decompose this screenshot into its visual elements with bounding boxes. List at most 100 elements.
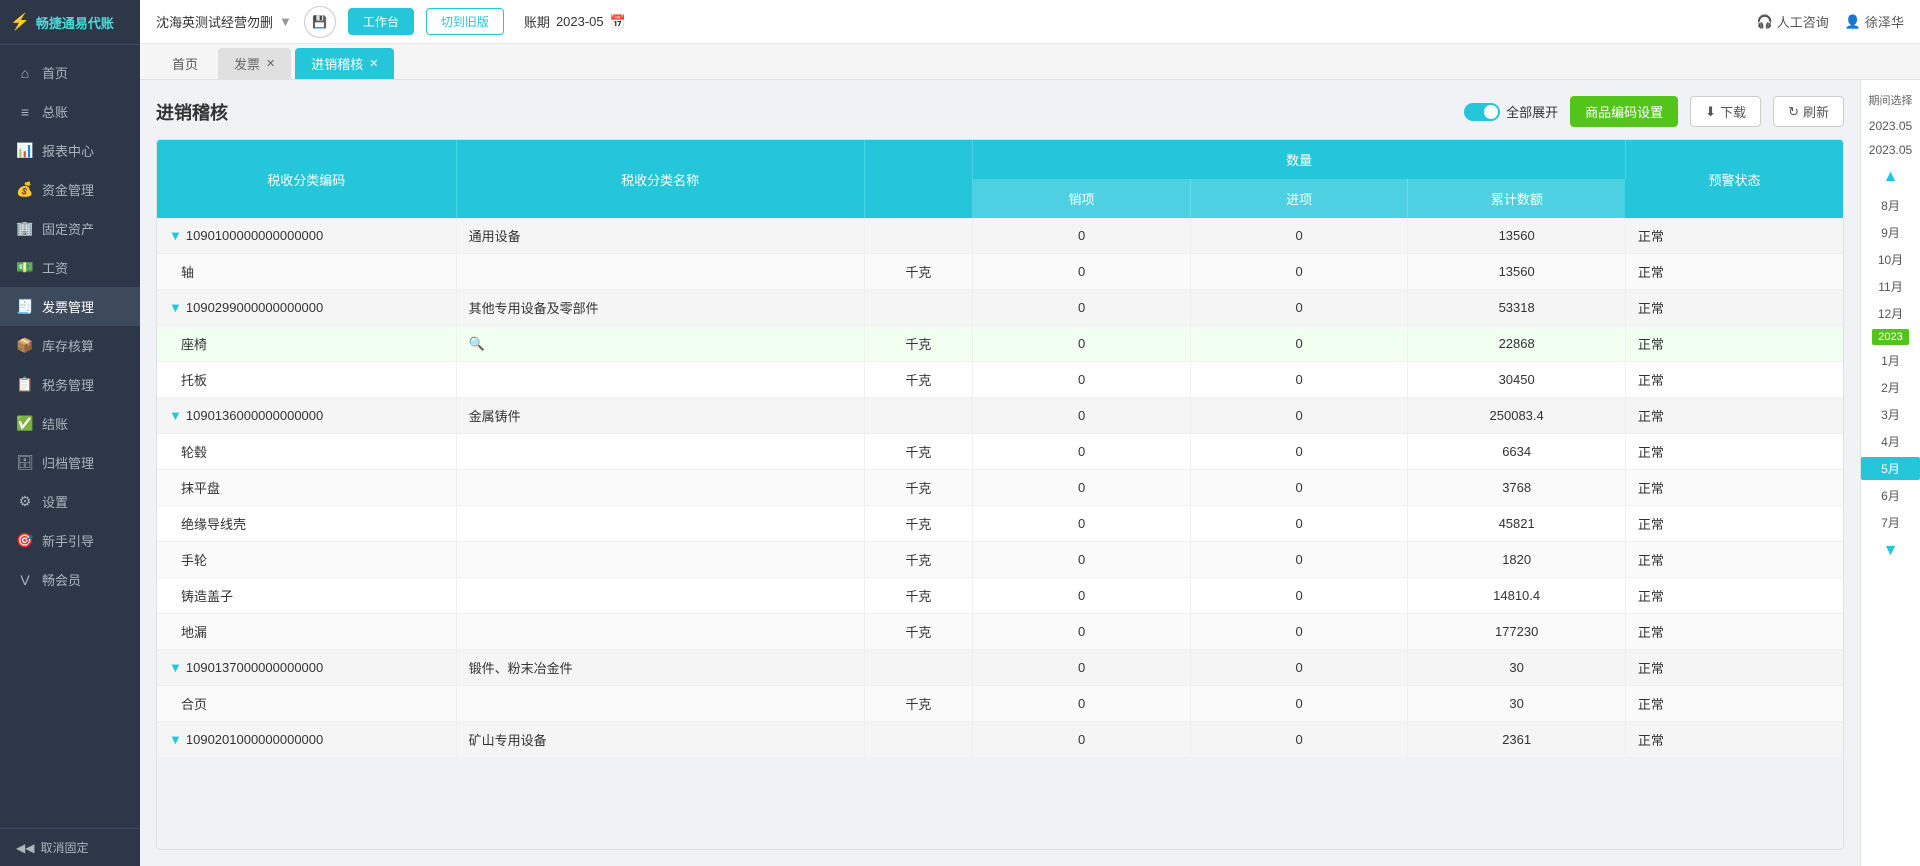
period-12[interactable]: 12月: [1861, 302, 1920, 325]
sidebar-item-settings[interactable]: ⚙ 设置: [0, 482, 140, 521]
period-1[interactable]: 1月: [1861, 349, 1920, 372]
cell-unit: 千克: [864, 254, 973, 290]
tree-expand-icon[interactable]: ▼: [169, 732, 182, 747]
download-button[interactable]: ⬇ 下载: [1690, 96, 1761, 127]
tree-expand-icon[interactable]: ▼: [169, 660, 182, 675]
sidebar-label-settle: 结账: [42, 414, 68, 433]
table-row: 合页千克0030正常: [157, 686, 1843, 722]
salary-icon: 💵: [16, 259, 34, 277]
switch-version-button[interactable]: 切到旧版: [426, 8, 504, 35]
cell-code: 合页: [157, 686, 456, 722]
sidebar-item-report[interactable]: 📊 报表中心: [0, 131, 140, 170]
sidebar-item-stock[interactable]: 📦 库存核算: [0, 326, 140, 365]
sidebar-label-ledger: 总账: [42, 102, 68, 121]
invoice-icon: 🧾: [16, 298, 34, 316]
period-2023-05-1[interactable]: 2023.05: [1861, 116, 1920, 136]
cell-name: 其他专用设备及零部件: [456, 290, 864, 326]
tab-invoice-close[interactable]: ✕: [266, 57, 275, 70]
sidebar-item-salary[interactable]: 💵 工资: [0, 248, 140, 287]
tree-expand-icon[interactable]: ▼: [169, 300, 182, 315]
cell-purchase: 0: [1190, 506, 1408, 542]
refresh-button[interactable]: ↻ 刷新: [1773, 96, 1844, 127]
sidebar-nav: ⌂ 首页 ≡ 总账 📊 报表中心 💰 资金管理 🏢 固定资产 💵 工资 🧾 发票…: [0, 45, 140, 828]
sidebar-item-invoice[interactable]: 🧾 发票管理: [0, 287, 140, 326]
period-down-arrow[interactable]: ▼: [1879, 538, 1903, 564]
company-dropdown-icon: ▼: [279, 14, 292, 29]
period-3[interactable]: 3月: [1861, 403, 1920, 426]
sidebar-item-ledger[interactable]: ≡ 总账: [0, 92, 140, 131]
cell-sale: 0: [973, 506, 1191, 542]
cell-name: [456, 614, 864, 650]
support-button[interactable]: 🎧 人工咨询: [1757, 12, 1829, 31]
cell-status: 正常: [1625, 650, 1843, 686]
sidebar-footer-label: 取消固定: [40, 839, 88, 856]
company-selector[interactable]: 沈海英测试经营勿删 ▼: [156, 12, 292, 31]
save-button[interactable]: 💾: [304, 6, 336, 38]
cell-name: [456, 362, 864, 398]
period-8[interactable]: 8月: [1861, 194, 1920, 217]
tab-reconcile-close[interactable]: ✕: [369, 57, 378, 70]
year-badge: 2023: [1872, 329, 1908, 345]
cell-code: 轴: [157, 254, 456, 290]
cell-sale: 0: [973, 290, 1191, 326]
period-up-arrow[interactable]: ▲: [1879, 164, 1903, 190]
sidebar-label-report: 报表中心: [42, 141, 94, 160]
table-row: 手轮千克001820正常: [157, 542, 1843, 578]
cell-unit: [864, 290, 973, 326]
page-title: 进销稽核: [156, 99, 228, 125]
cell-code: 托板: [157, 362, 456, 398]
period-4[interactable]: 4月: [1861, 430, 1920, 453]
tax-icon: 📋: [16, 376, 34, 394]
period-2[interactable]: 2月: [1861, 376, 1920, 399]
period-9[interactable]: 9月: [1861, 221, 1920, 244]
sidebar-item-guide[interactable]: 🎯 新手引导: [0, 521, 140, 560]
cell-status: 正常: [1625, 290, 1843, 326]
period-2023-05-2[interactable]: 2023.05: [1861, 140, 1920, 160]
cell-total: 1820: [1408, 542, 1626, 578]
toggle-switch[interactable]: [1464, 103, 1500, 121]
cell-sale: 0: [973, 686, 1191, 722]
refresh-icon: ↻: [1788, 104, 1799, 120]
sidebar-item-member[interactable]: V 畅会员: [0, 560, 140, 599]
user-menu[interactable]: 👤 徐泽华: [1845, 12, 1904, 31]
download-label: 下载: [1720, 102, 1746, 121]
sidebar-unpin-button[interactable]: ◀◀ 取消固定: [0, 828, 140, 866]
tree-expand-icon[interactable]: ▼: [169, 228, 182, 243]
cell-status: 正常: [1625, 722, 1843, 758]
cell-purchase: 0: [1190, 578, 1408, 614]
tab-home[interactable]: 首页: [156, 48, 214, 79]
sidebar-item-fund[interactable]: 💰 资金管理: [0, 170, 140, 209]
tree-expand-icon[interactable]: ▼: [169, 408, 182, 423]
expand-all-toggle[interactable]: 全部展开: [1464, 102, 1558, 121]
sidebar-item-asset[interactable]: 🏢 固定资产: [0, 209, 140, 248]
period-7[interactable]: 7月: [1861, 511, 1920, 534]
product-code-button[interactable]: 商品编码设置: [1570, 96, 1678, 127]
expand-all-label: 全部展开: [1506, 102, 1558, 121]
cell-status: 正常: [1625, 686, 1843, 722]
workbench-button[interactable]: 工作台: [348, 8, 414, 35]
tab-invoice[interactable]: 发票 ✕: [218, 48, 291, 79]
sidebar-item-home[interactable]: ⌂ 首页: [0, 53, 140, 92]
cell-unit: 千克: [864, 362, 973, 398]
cell-sale: 0: [973, 326, 1191, 362]
sidebar-item-tax[interactable]: 📋 税务管理: [0, 365, 140, 404]
sidebar-label-member: 畅会员: [42, 570, 81, 589]
cell-status: 正常: [1625, 218, 1843, 254]
cell-sale: 0: [973, 470, 1191, 506]
period-6[interactable]: 6月: [1861, 484, 1920, 507]
cell-sale: 0: [973, 614, 1191, 650]
sidebar-item-archive[interactable]: 🗄 归档管理: [0, 443, 140, 482]
th-status: 预警状态: [1625, 140, 1843, 218]
search-icon[interactable]: 🔍: [469, 336, 485, 351]
content-main: 进销稽核 全部展开 商品编码设置 ⬇ 下载 ↻ 刷: [140, 80, 1860, 866]
period-11[interactable]: 11月: [1861, 275, 1920, 298]
calendar-icon[interactable]: 📅: [610, 14, 626, 30]
tab-reconcile[interactable]: 进销稽核 ✕: [295, 48, 394, 79]
th-unit: [864, 140, 973, 218]
period-10[interactable]: 10月: [1861, 248, 1920, 271]
th-total: 累计数额: [1408, 179, 1626, 218]
sidebar-item-settle[interactable]: ✅ 结账: [0, 404, 140, 443]
logo-icon: ⚡: [10, 12, 30, 32]
period-5[interactable]: 5月: [1861, 457, 1920, 480]
cell-code: 轮毂: [157, 434, 456, 470]
